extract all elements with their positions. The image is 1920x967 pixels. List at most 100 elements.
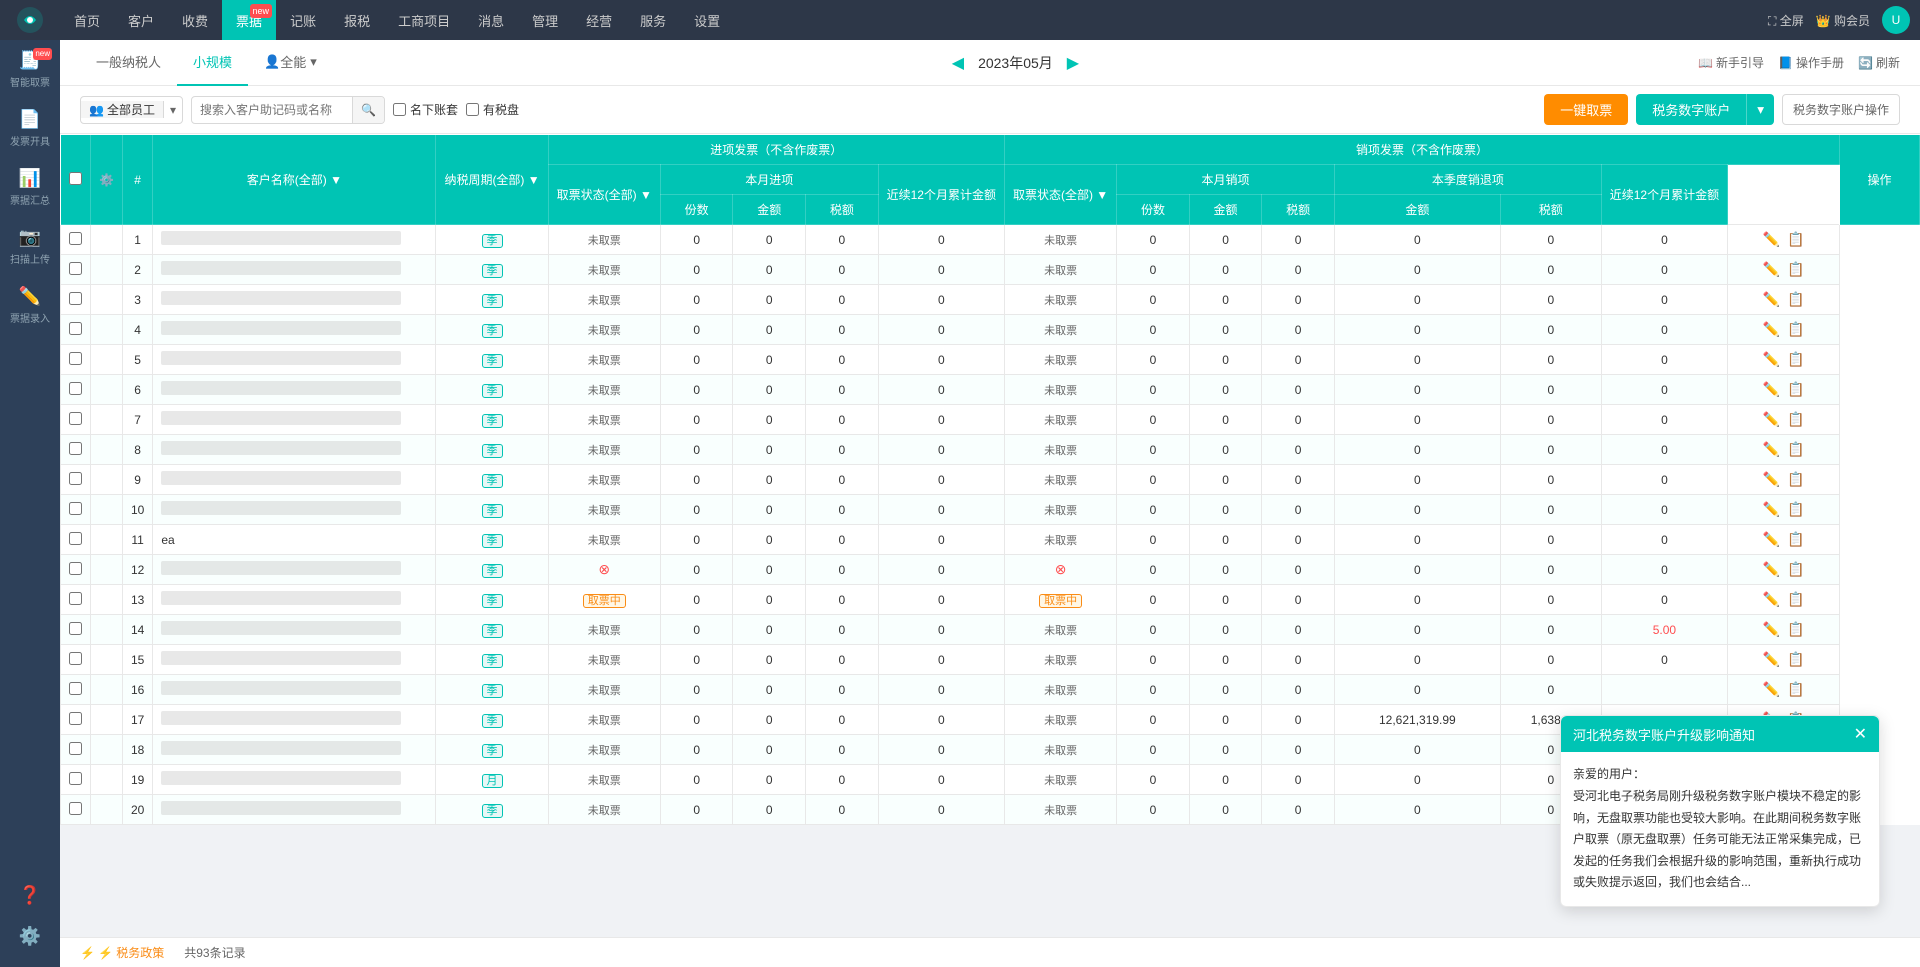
row-select-checkbox[interactable] <box>69 472 82 485</box>
employee-select[interactable]: 👥 全部员工 ▾ <box>80 96 183 124</box>
row-in-tax: 0 <box>806 315 879 345</box>
edit-btn[interactable]: ✏️ <box>1760 381 1781 398</box>
row-select-checkbox[interactable] <box>69 802 82 815</box>
row-select-checkbox[interactable] <box>69 772 82 785</box>
edit-btn[interactable]: ✏️ <box>1760 501 1781 518</box>
row-select-checkbox[interactable] <box>69 502 82 515</box>
nav-operation[interactable]: 经营 <box>572 0 626 40</box>
select-all-checkbox[interactable] <box>69 172 82 185</box>
sidebar-settings-bottom[interactable]: ⚙️ <box>0 916 60 957</box>
edit-btn[interactable]: ✏️ <box>1760 651 1781 668</box>
copy-btn[interactable]: 📋 <box>1785 561 1806 578</box>
row-select-checkbox[interactable] <box>69 262 82 275</box>
copy-btn[interactable]: 📋 <box>1785 261 1806 278</box>
row-select-checkbox[interactable] <box>69 652 82 665</box>
edit-btn[interactable]: ✏️ <box>1760 561 1781 578</box>
tax-digital-btn[interactable]: 税务数字账户 <box>1636 94 1746 125</box>
copy-btn[interactable]: 📋 <box>1785 681 1806 698</box>
nav-message[interactable]: 消息 <box>464 0 518 40</box>
tab-all[interactable]: 👤 全能 ▾ <box>248 40 333 86</box>
copy-btn[interactable]: 📋 <box>1785 621 1806 638</box>
edit-btn[interactable]: ✏️ <box>1760 321 1781 338</box>
emp-dropdown-btn[interactable]: ▾ <box>164 103 182 117</box>
tax-digital-dropdown-btn[interactable]: ▾ <box>1746 94 1774 125</box>
checkbox-taxdisk[interactable]: 有税盘 <box>466 101 519 118</box>
edit-btn[interactable]: ✏️ <box>1760 591 1781 608</box>
checkbox-taxdisk-input[interactable] <box>466 103 479 116</box>
checkbox-account[interactable]: 名下账套 <box>393 101 458 118</box>
manual-btn[interactable]: 📘 操作手册 <box>1778 54 1844 71</box>
search-input[interactable] <box>192 103 352 117</box>
copy-btn[interactable]: 📋 <box>1785 591 1806 608</box>
nav-tax[interactable]: 报税 <box>330 0 384 40</box>
one-click-ticket-btn[interactable]: 一键取票 <box>1544 94 1628 125</box>
nav-service[interactable]: 服务 <box>626 0 680 40</box>
row-select-checkbox[interactable] <box>69 322 82 335</box>
row-select-checkbox[interactable] <box>69 532 82 545</box>
nav-home[interactable]: 首页 <box>60 0 114 40</box>
nav-business[interactable]: 工商项目 <box>384 0 464 40</box>
copy-btn[interactable]: 📋 <box>1785 321 1806 338</box>
row-select-checkbox[interactable] <box>69 562 82 575</box>
fullscreen-btn[interactable]: ⛶ 全屏 <box>1768 12 1804 29</box>
row-select-checkbox[interactable] <box>69 292 82 305</box>
row-select-checkbox[interactable] <box>69 352 82 365</box>
edit-btn[interactable]: ✏️ <box>1760 621 1781 638</box>
new-guide-btn[interactable]: 📖 新手引导 <box>1698 54 1764 71</box>
search-button[interactable]: 🔍 <box>352 97 384 123</box>
date-prev-btn[interactable]: ◀ <box>946 51 970 75</box>
date-next-btn[interactable]: ▶ <box>1061 51 1085 75</box>
nav-accounting[interactable]: 记账 <box>276 0 330 40</box>
edit-btn[interactable]: ✏️ <box>1760 351 1781 368</box>
copy-btn[interactable]: 📋 <box>1785 471 1806 488</box>
copy-btn[interactable]: 📋 <box>1785 351 1806 368</box>
copy-btn[interactable]: 📋 <box>1785 231 1806 248</box>
edit-btn[interactable]: ✏️ <box>1760 291 1781 308</box>
sidebar-help[interactable]: ❓ <box>0 875 60 916</box>
nav-settings[interactable]: 设置 <box>680 0 734 40</box>
nav-invoice[interactable]: 票据new <box>222 0 276 40</box>
edit-btn[interactable]: ✏️ <box>1760 411 1781 428</box>
user-avatar[interactable]: U <box>1882 6 1910 34</box>
copy-btn[interactable]: 📋 <box>1785 441 1806 458</box>
row-in-tax: 0 <box>806 765 879 795</box>
tab-small-scale[interactable]: 小规模 <box>177 40 248 86</box>
refresh-btn[interactable]: 🔄 刷新 <box>1858 54 1900 71</box>
member-btn[interactable]: 👑 购会员 <box>1816 12 1870 29</box>
row-select-checkbox[interactable] <box>69 412 82 425</box>
sidebar-invoice-summary[interactable]: 📊 票据汇总 <box>0 158 60 217</box>
app-logo[interactable] <box>10 0 50 40</box>
row-select-checkbox[interactable] <box>69 592 82 605</box>
nav-client[interactable]: 客户 <box>114 0 168 40</box>
copy-btn[interactable]: 📋 <box>1785 651 1806 668</box>
copy-btn[interactable]: 📋 <box>1785 531 1806 548</box>
nav-manage[interactable]: 管理 <box>518 0 572 40</box>
sidebar-invoice-entry[interactable]: ✏️ 票据录入 <box>0 276 60 335</box>
sidebar-smart-ticket[interactable]: 🧾 智能取票 new <box>0 40 60 99</box>
edit-btn[interactable]: ✏️ <box>1760 471 1781 488</box>
row-select-checkbox[interactable] <box>69 382 82 395</box>
edit-btn[interactable]: ✏️ <box>1760 231 1781 248</box>
edit-btn[interactable]: ✏️ <box>1760 531 1781 548</box>
edit-btn[interactable]: ✏️ <box>1760 441 1781 458</box>
edit-btn[interactable]: ✏️ <box>1760 261 1781 278</box>
sidebar-scan-upload[interactable]: 📷 扫描上传 <box>0 217 60 276</box>
row-select-checkbox[interactable] <box>69 742 82 755</box>
edit-btn[interactable]: ✏️ <box>1760 681 1781 698</box>
copy-btn[interactable]: 📋 <box>1785 291 1806 308</box>
popup-close-btn[interactable]: ✕ <box>1854 724 1867 744</box>
checkbox-account-input[interactable] <box>393 103 406 116</box>
row-select-checkbox[interactable] <box>69 232 82 245</box>
copy-btn[interactable]: 📋 <box>1785 381 1806 398</box>
copy-btn[interactable]: 📋 <box>1785 411 1806 428</box>
row-select-checkbox[interactable] <box>69 442 82 455</box>
tax-digital-op-btn[interactable]: 税务数字账户操作 <box>1782 94 1900 125</box>
copy-btn[interactable]: 📋 <box>1785 501 1806 518</box>
row-select-checkbox[interactable] <box>69 712 82 725</box>
tax-policy-link[interactable]: ⚡ ⚡ 税务政策 <box>80 944 164 961</box>
sidebar-invoice-issue[interactable]: 📄 发票开具 <box>0 99 60 158</box>
tab-general-taxpayer[interactable]: 一般纳税人 <box>80 40 177 86</box>
nav-billing[interactable]: 收费 <box>168 0 222 40</box>
row-select-checkbox[interactable] <box>69 682 82 695</box>
row-select-checkbox[interactable] <box>69 622 82 635</box>
